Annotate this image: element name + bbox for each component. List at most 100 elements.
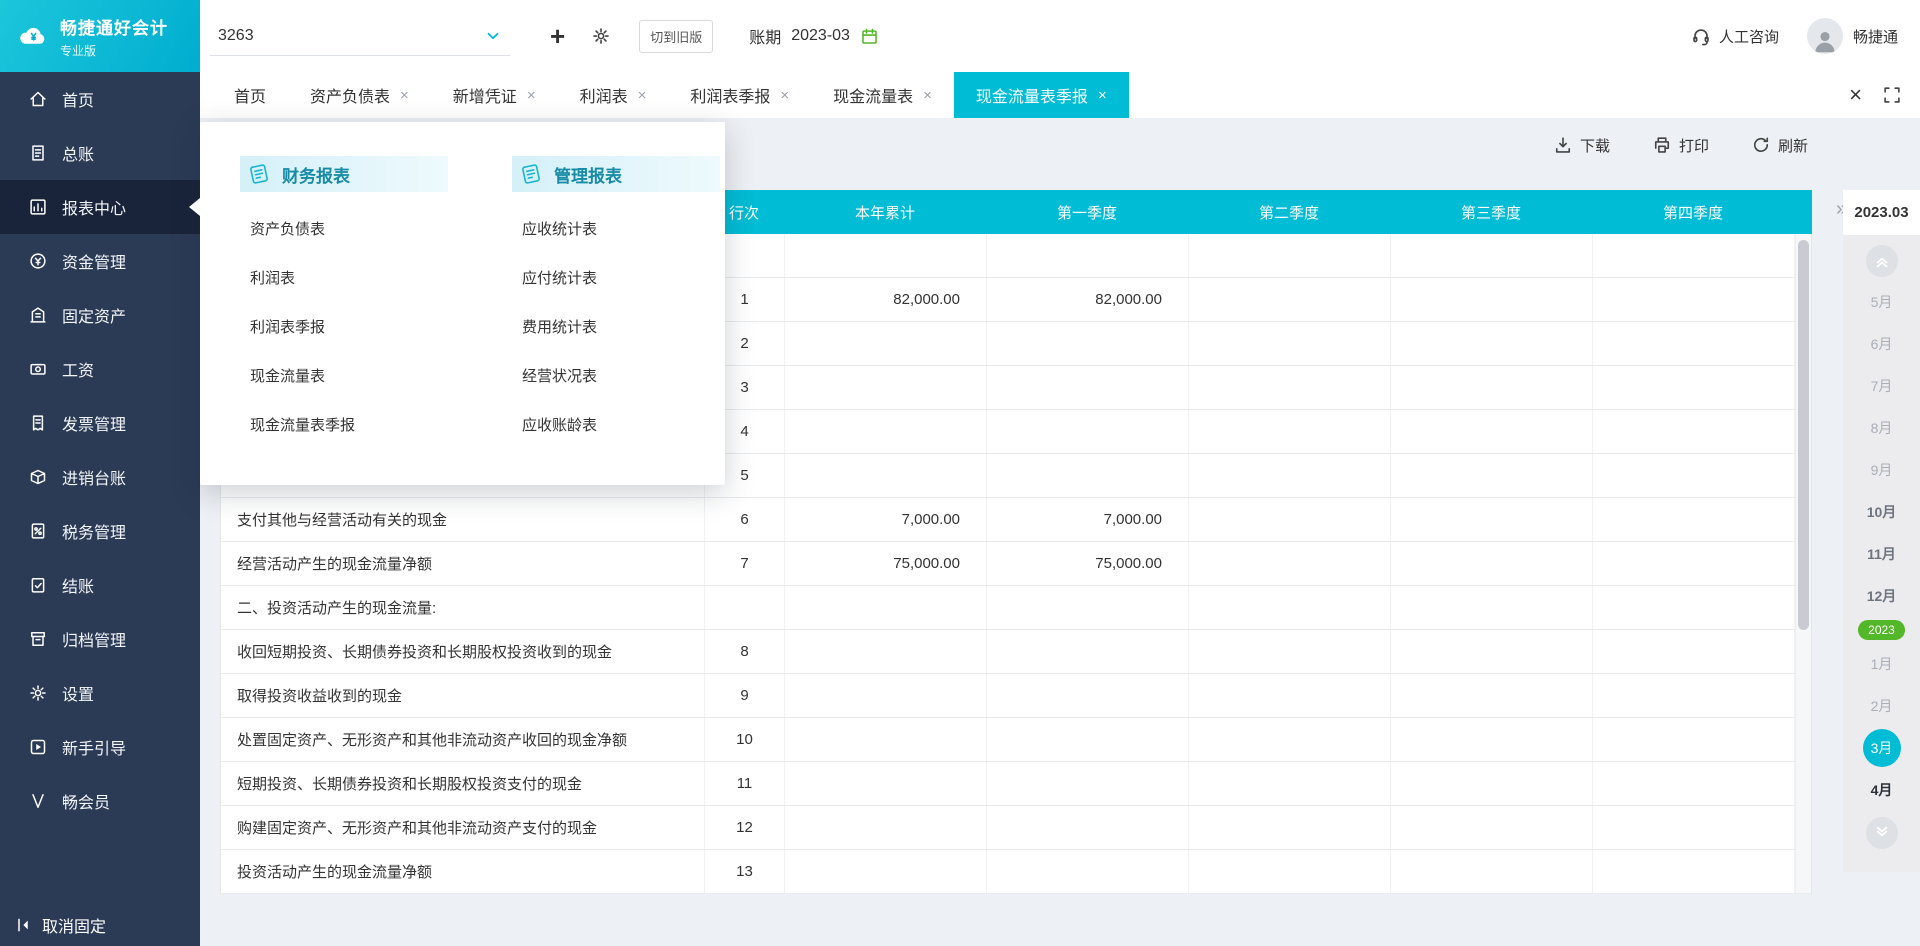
month-item[interactable]: 1月	[1858, 643, 1906, 685]
tab-home[interactable]: 首页	[212, 72, 288, 118]
tab-label: 资产负债表	[310, 83, 390, 107]
period-label: 账期	[749, 24, 781, 48]
tab-balance-sheet[interactable]: 资产负债表 ×	[288, 72, 431, 118]
sidebar-item-member[interactable]: 畅会员	[0, 774, 200, 828]
sidebar-item-settings[interactable]: 设置	[0, 666, 200, 720]
month-item[interactable]: 11月	[1858, 533, 1906, 575]
close-all-tabs-button[interactable]: ×	[1849, 84, 1862, 106]
tab-cash-flow[interactable]: 现金流量表 ×	[811, 72, 954, 118]
refresh-button[interactable]: 刷新	[1751, 135, 1808, 156]
account-selector[interactable]: 3263	[210, 16, 510, 56]
table-scrollbar[interactable]	[1795, 234, 1811, 893]
table-row[interactable]: 短期投资、长期债券投资和长期股权投资支付的现金11	[221, 762, 1811, 806]
tab-close-icon[interactable]: ×	[923, 87, 932, 104]
fullscreen-icon[interactable]	[1882, 85, 1902, 105]
table-row[interactable]: 购建固定资产、无形资产和其他非流动资产支付的现金12	[221, 806, 1811, 850]
menu-item-cash-flow[interactable]: 现金流量表	[240, 351, 450, 400]
sidebar-item-payroll[interactable]: 工资	[0, 342, 200, 396]
sidebar-item-beginner-guide[interactable]: 新手引导	[0, 720, 200, 774]
guide-play-icon	[28, 737, 48, 757]
settings-gear-button[interactable]	[591, 26, 611, 46]
sidebar-item-home[interactable]: 首页	[0, 72, 200, 126]
menu-item-payables-statistics[interactable]: 应付统计表	[512, 253, 722, 302]
sidebar-item-fund-management[interactable]: 资金管理	[0, 234, 200, 288]
menu-item-income-statement[interactable]: 利润表	[240, 253, 450, 302]
menu-item-receivables-aging[interactable]: 应收账龄表	[512, 400, 722, 449]
download-icon	[1553, 135, 1573, 155]
support-link[interactable]: 人工咨询	[1691, 26, 1779, 47]
calendar-icon	[860, 27, 879, 46]
month-item[interactable]: 2月	[1858, 685, 1906, 727]
switch-version-button[interactable]: 切到旧版	[639, 20, 713, 53]
add-voucher-button[interactable]: +	[550, 23, 565, 49]
username[interactable]: 畅捷通	[1853, 26, 1898, 47]
table-cell-q3	[1391, 674, 1593, 717]
receipt-icon	[28, 413, 48, 433]
table-row[interactable]: 收回短期投资、长期债券投资和长期股权投资收到的现金8	[221, 630, 1811, 674]
scroll-months-down-button[interactable]	[1866, 817, 1898, 849]
month-item[interactable]: 4月	[1858, 769, 1906, 811]
table-cell-ytd: 7,000.00	[785, 498, 987, 541]
menu-item-income-statement-quarterly[interactable]: 利润表季报	[240, 302, 450, 351]
scrollbar-thumb[interactable]	[1798, 240, 1809, 630]
month-item[interactable]: 9月	[1858, 449, 1906, 491]
sidebar-item-label: 新手引导	[62, 735, 126, 759]
tab-label: 新增凭证	[453, 83, 517, 107]
table-cell-q3	[1391, 718, 1593, 761]
menu-item-operating-status[interactable]: 经营状况表	[512, 351, 722, 400]
tab-income-statement[interactable]: 利润表 ×	[558, 72, 669, 118]
brand-logo[interactable]: 畅捷通好会计 专业版	[0, 0, 200, 72]
scroll-months-up-button[interactable]	[1866, 245, 1898, 277]
table-row[interactable]: 经营活动产生的现金流量净额775,000.0075,000.00	[221, 542, 1811, 586]
tab-close-icon[interactable]: ×	[1098, 87, 1107, 104]
menu-item-cash-flow-quarterly[interactable]: 现金流量表季报	[240, 400, 450, 449]
sidebar-item-archive-management[interactable]: 归档管理	[0, 612, 200, 666]
table-cell-q3	[1391, 542, 1593, 585]
tab-close-icon[interactable]: ×	[527, 87, 536, 104]
menu-item-balance-sheet[interactable]: 资产负债表	[240, 204, 450, 253]
sidebar-item-report-center[interactable]: 报表中心	[0, 180, 200, 234]
menu-header-management: 管理报表	[512, 156, 720, 192]
download-button[interactable]: 下载	[1553, 135, 1610, 156]
table-cell-q4	[1593, 586, 1795, 629]
double-chevron-up-icon	[1873, 252, 1891, 270]
table-cell-q3	[1391, 366, 1593, 409]
table-row[interactable]: 二、投资活动产生的现金流量:	[221, 586, 1811, 630]
table-cell-q2	[1189, 542, 1391, 585]
menu-item-receivables-statistics[interactable]: 应收统计表	[512, 204, 722, 253]
month-item[interactable]: 7月	[1858, 365, 1906, 407]
sidebar-item-purchase-sales-ledger[interactable]: 进销台账	[0, 450, 200, 504]
accounting-period[interactable]: 账期 2023-03	[749, 24, 879, 48]
unpin-sidebar-button[interactable]: 取消固定	[0, 904, 200, 946]
month-item[interactable]: 10月	[1858, 491, 1906, 533]
tab-income-statement-quarterly[interactable]: 利润表季报 ×	[668, 72, 811, 118]
tab-close-icon[interactable]: ×	[400, 87, 409, 104]
report-center-flyout-menu: 财务报表 资产负债表 利润表 利润表季报 现金流量表 现金流量表季报 管理报表 …	[200, 122, 725, 485]
table-row[interactable]: 取得投资收益收到的现金9	[221, 674, 1811, 718]
month-item[interactable]: 12月	[1858, 575, 1906, 617]
month-item[interactable]: 8月	[1858, 407, 1906, 449]
month-item[interactable]: 5月	[1858, 281, 1906, 323]
tab-close-icon[interactable]: ×	[638, 87, 647, 104]
table-cell-q1	[987, 630, 1189, 673]
table-cell-line: 8	[705, 630, 785, 673]
month-item[interactable]: 6月	[1858, 323, 1906, 365]
sidebar-item-closing[interactable]: 结账	[0, 558, 200, 612]
sidebar-item-general-ledger[interactable]: 总账	[0, 126, 200, 180]
table-cell-q4	[1593, 410, 1795, 453]
table-row[interactable]: 处置固定资产、无形资产和其他非流动资产收回的现金净额10	[221, 718, 1811, 762]
sidebar-item-invoice-management[interactable]: 发票管理	[0, 396, 200, 450]
avatar[interactable]	[1807, 18, 1843, 54]
table-row[interactable]: 投资活动产生的现金流量净额13	[221, 850, 1811, 894]
table-row[interactable]: 支付其他与经营活动有关的现金67,000.007,000.00	[221, 498, 1811, 542]
tab-close-icon[interactable]: ×	[780, 87, 789, 104]
header-filler	[1794, 190, 1812, 234]
menu-item-expense-statistics[interactable]: 费用统计表	[512, 302, 722, 351]
month-item[interactable]: 3月	[1863, 729, 1901, 767]
tab-cash-flow-quarterly[interactable]: 现金流量表季报 ×	[954, 72, 1129, 118]
print-button[interactable]: 打印	[1652, 135, 1709, 156]
sidebar-item-tax-management[interactable]: 税务管理	[0, 504, 200, 558]
table-cell-q4	[1593, 498, 1795, 541]
tab-new-voucher[interactable]: 新增凭证 ×	[431, 72, 558, 118]
sidebar-item-fixed-assets[interactable]: 固定资产	[0, 288, 200, 342]
